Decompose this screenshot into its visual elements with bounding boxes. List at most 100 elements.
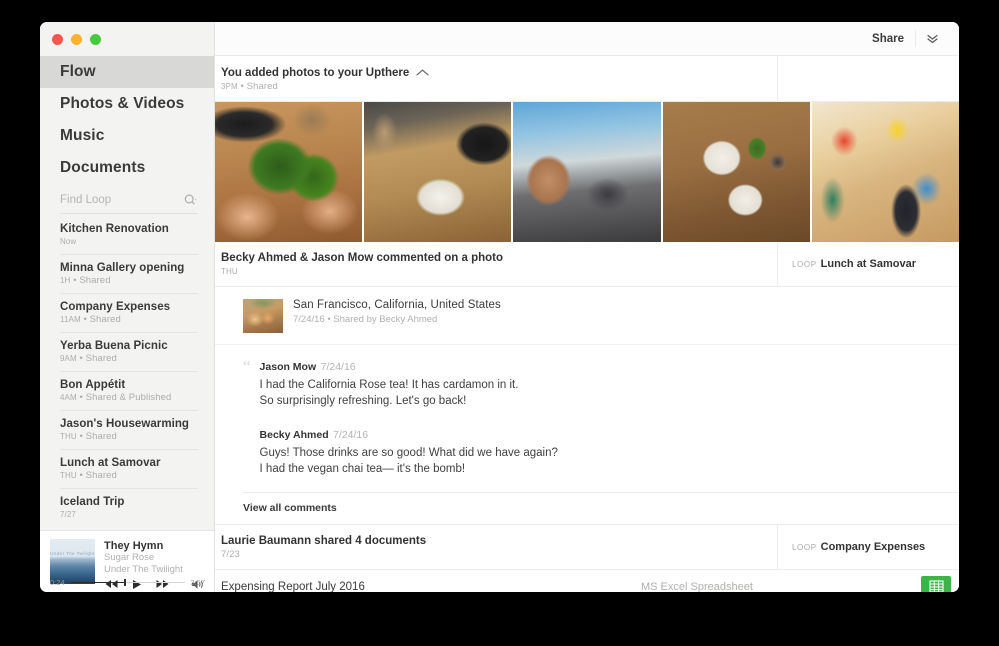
feed-time: 3PM [221,82,238,91]
loop-time: 11AM [60,315,81,324]
comment-list: “ Jason Mow 7/24/16 I had the California… [215,345,959,492]
progress-remaining [124,581,186,584]
list-item[interactable]: Jason's Housewarming THU • Shared [60,411,198,450]
progress-knob[interactable] [124,578,126,587]
loop-title: Iceland Trip [60,496,125,508]
loop-time: Now [60,237,77,246]
loop-badge-name: Company Expenses [820,541,926,554]
search-icon[interactable] [184,194,198,206]
comment-body: I had the California Rose tea! It has ca… [260,377,959,410]
sidebar-item-label: Documents [60,159,146,176]
loop-subtitle: 11AM • Shared [60,314,198,325]
loop-title: Bon Appétit [60,379,126,391]
loop-meta: • Shared [80,314,121,325]
comment-line: I had the California Rose tea! It has ca… [259,379,519,391]
list-item[interactable]: Yerba Buena Picnic 9AM • Shared [60,333,198,372]
comment-author: Jason Mow [259,361,317,373]
document-icon-cell [913,576,959,592]
list-item[interactable]: Bon Appétit 4AM • Shared & Published [60,372,198,411]
list-item[interactable]: Minna Gallery opening 1H • Shared [60,255,198,294]
photo-thumbnail[interactable] [662,102,810,242]
loop-subtitle: 4AM • Shared & Published [60,392,198,403]
progress-bar[interactable] [69,578,186,587]
comment-date: 7/24/16 [333,428,369,441]
quote-icon: “ [243,357,251,376]
sidebar-item-label: Photos & Videos [60,95,185,112]
photo-reference-thumbnail[interactable] [243,299,283,333]
loop-subtitle: 9AM • Shared [60,353,198,364]
search-input[interactable] [60,194,180,206]
feed-title: Laurie Baumann shared 4 documents [221,535,427,548]
view-all-comments-button[interactable]: View all comments [243,492,959,524]
album-art-title: Under The Twilight [50,551,95,556]
loop-subtitle: THU • Shared [60,431,198,442]
feed-subtitle: THU [221,266,777,277]
loop-badge[interactable]: LOOP Company Expenses [777,525,959,570]
loop-meta: • Shared [76,431,117,442]
feed-header-text: Laurie Baumann shared 4 documents 7/23 [215,525,777,569]
loop-badge[interactable]: LOOP Lunch at Samovar [777,242,959,286]
loop-badge-name: Lunch at Samovar [820,258,916,270]
sidebar-item-flow[interactable]: Flow [40,56,214,88]
table-row[interactable]: Expensing Report July 2016 MS Excel Spre… [215,570,959,592]
chevron-up-icon[interactable] [416,67,429,79]
feed-item-photos-header: You added photos to your Upthere 3PM • S… [215,56,959,102]
loop-subtitle: THU • Shared [60,470,198,481]
feed-item-documents-header: Laurie Baumann shared 4 documents 7/23 L… [215,524,959,571]
list-item[interactable]: Kitchen Renovation Now [60,216,198,255]
feed-title: You added photos to your Upthere [221,67,777,79]
loop-title: Jason's Housewarming [60,418,189,430]
track-title: They Hymn [104,540,164,552]
loop-title: Minna Gallery opening [60,262,185,274]
minimize-button[interactable] [71,33,82,45]
sidebar-item-photos-videos[interactable]: Photos & Videos [40,88,214,120]
comment-date: 7/24/16 [320,361,356,373]
sidebar-item-label: Flow [60,63,96,80]
photo-thumbnail[interactable] [215,102,363,242]
photo-thumbnail[interactable] [811,102,959,242]
photo-reference[interactable]: San Francisco, California, United States… [215,287,959,345]
main-content: Share You added photos to your Upthere 3… [215,22,959,592]
feed-meta: • Shared [237,81,278,92]
app-window: Flow Photos & Videos Music Documents Kit… [40,22,959,592]
comment-header: Becky Ahmed 7/24/16 [260,425,959,443]
double-chevron-down-icon[interactable] [915,30,947,47]
comment-body: Guys! Those drinks are so good! What did… [260,445,959,478]
loop-title: Company Expenses [60,301,171,313]
excel-spreadsheet-icon[interactable] [921,576,951,592]
photo-thumbnail[interactable] [364,102,512,242]
feed-item-comments-header: Becky Ahmed & Jason Mow commented on a p… [215,242,959,287]
zoom-button[interactable] [90,33,101,45]
share-button[interactable]: Share [861,30,915,48]
close-button[interactable] [52,33,63,45]
comment-line: Guys! Those drinks are so good! What did… [259,446,558,459]
comment-line: I had the vegan chai tea— it's the bomb! [259,462,466,475]
search-field[interactable] [60,194,198,214]
loop-time: 9AM [60,354,77,363]
loop-time: 4AM [60,393,77,402]
loop-subtitle: 1H • Shared [60,275,198,286]
sidebar-item-label: Music [60,127,105,144]
loop-title: Yerba Buena Picnic [60,340,168,352]
elapsed-time: 0:24 [50,578,65,587]
list-item[interactable]: Company Expenses 11AM • Shared [60,294,198,333]
document-name: Expensing Report July 2016 [221,580,365,592]
comment-items: Jason Mow 7/24/16 I had the California R… [260,357,959,492]
feed-header-text: Becky Ahmed & Jason Mow commented on a p… [215,242,777,286]
feed-time: THU [221,267,238,276]
playback-progress[interactable]: 0:24 3:57 [50,578,205,587]
photo-thumbnail[interactable] [513,102,661,242]
sidebar-item-documents[interactable]: Documents [40,152,214,184]
loop-time: 1H [60,276,71,285]
loop-time: THU [60,471,77,480]
feed-title: Becky Ahmed & Jason Mow commented on a p… [221,252,504,264]
list-item[interactable]: Lunch at Samovar THU • Shared [60,450,198,489]
loop-subtitle: Now [60,236,198,247]
loop-meta: • Shared [76,470,117,481]
sidebar-item-music[interactable]: Music [40,120,214,152]
list-item[interactable]: Iceland Trip 7/27 [60,489,198,527]
loop-meta: • Shared & Published [76,392,172,403]
loop-subtitle: 7/27 [60,509,198,520]
comment-item: Jason Mow 7/24/16 I had the California R… [260,357,959,410]
comment-item: Becky Ahmed 7/24/16 Guys! Those drinks a… [260,425,959,478]
